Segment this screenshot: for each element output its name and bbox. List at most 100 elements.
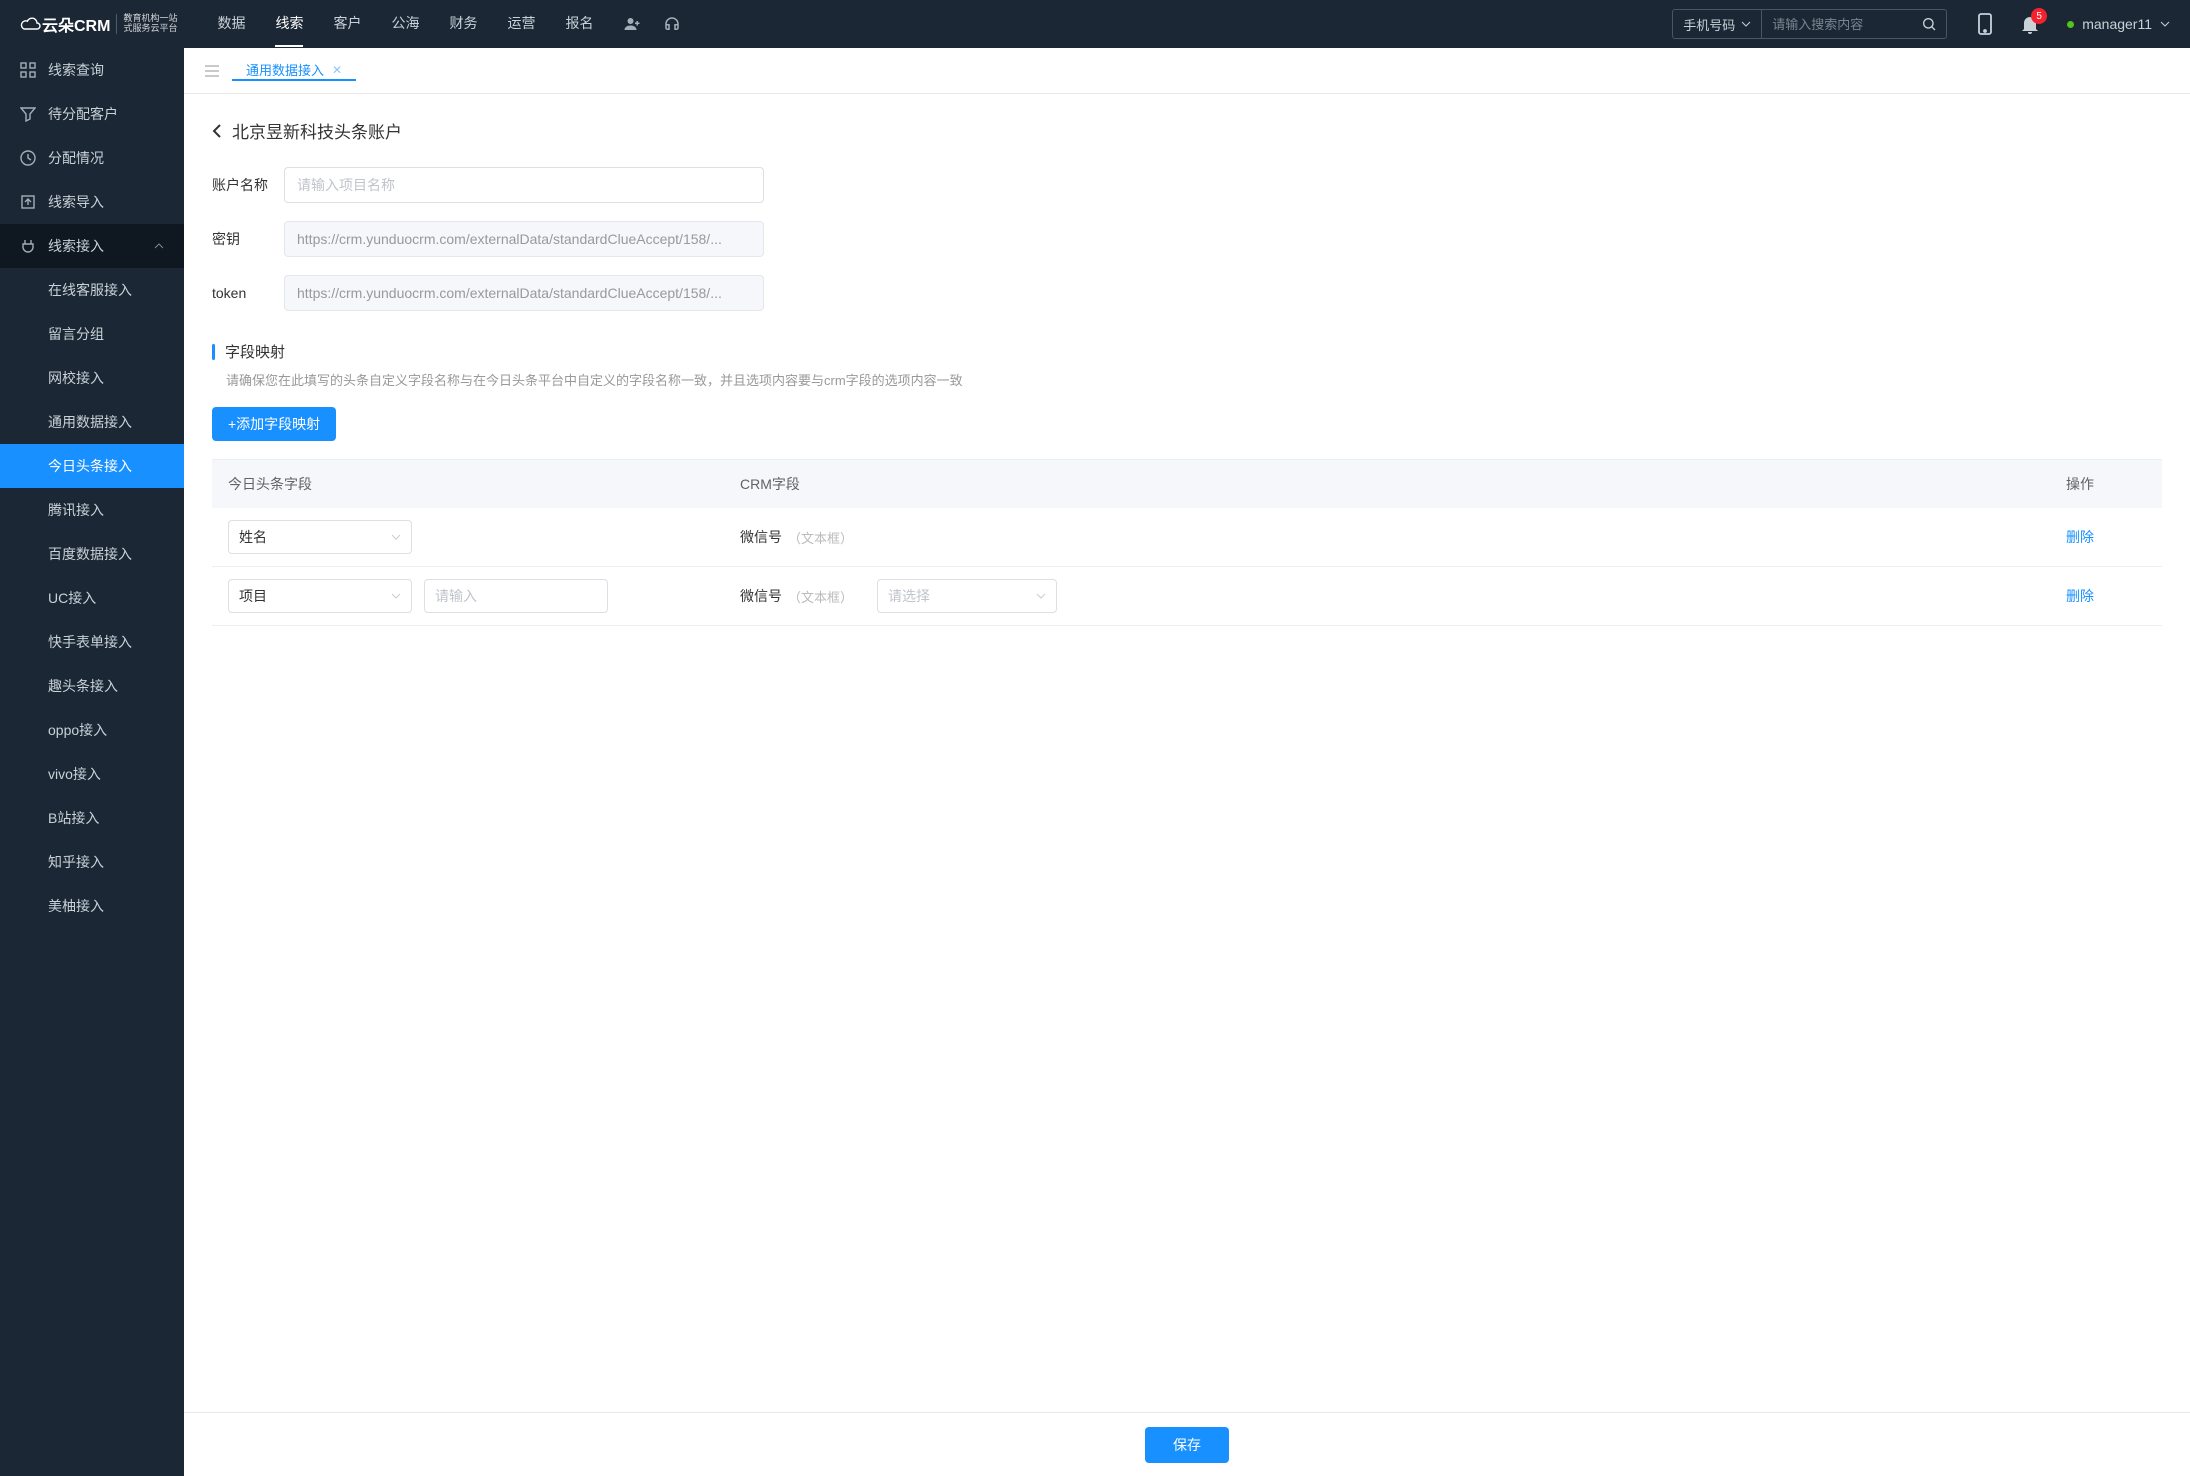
tab-bar: 通用数据接入 ✕ [184, 48, 2190, 94]
nav-item[interactable]: 报名 [565, 1, 593, 47]
phone-icon[interactable] [1977, 13, 1993, 35]
chevron-down-icon [391, 593, 401, 599]
toutiao-field-select[interactable]: 姓名 [228, 520, 412, 554]
sidebar-sub-item[interactable]: 美柚接入 [0, 884, 184, 928]
toutiao-field-select[interactable]: 项目 [228, 579, 412, 613]
sidebar-sub-item[interactable]: B站接入 [0, 796, 184, 840]
sidebar-sub-item[interactable]: UC接入 [0, 576, 184, 620]
sidebar-item[interactable]: 线索导入 [0, 180, 184, 224]
header-tool-icons [623, 15, 681, 33]
search-button[interactable] [1912, 10, 1946, 38]
save-button[interactable]: 保存 [1145, 1427, 1229, 1463]
mapping-section-head: 字段映射 [212, 341, 2162, 362]
mapping-section-title: 字段映射 [225, 341, 285, 362]
footer-bar: 保存 [184, 1412, 2190, 1476]
user-add-icon[interactable] [623, 15, 641, 33]
nav-item[interactable]: 数据 [217, 1, 245, 47]
crm-field-name: 微信号 [740, 527, 782, 547]
back-button[interactable] [212, 123, 222, 139]
user-name: manager11 [2082, 16, 2152, 32]
delete-row-link[interactable]: 删除 [2066, 529, 2094, 545]
main-area: 通用数据接入✕ 北京昱新科技头条账户 账户名称 密钥 [184, 48, 2190, 1476]
chevron-down-icon [1741, 21, 1751, 27]
mapping-section-desc: 请确保您在此填写的头条自定义字段名称与在今日头条平台中自定义的字段名称一致，并且… [226, 370, 2162, 389]
th-toutiao-field: 今日头条字段 [228, 474, 728, 494]
section-accent-bar [212, 344, 215, 360]
account-name-input[interactable] [284, 167, 764, 203]
nav-item[interactable]: 公海 [391, 1, 419, 47]
table-header-row: 今日头条字段 CRM字段 操作 [212, 460, 2162, 508]
table-row: 项目 微信号 （文本框） 请选择 删除 [212, 567, 2162, 626]
chevron-down-icon [391, 534, 401, 540]
chevron-down-icon [2160, 21, 2170, 27]
sidebar-sub-item[interactable]: 通用数据接入 [0, 400, 184, 444]
brand-logo: 云朵CRM 教育机构一站 式服务云平台 [20, 12, 177, 36]
sidebar-sub-item[interactable]: 腾讯接入 [0, 488, 184, 532]
sidebar-sub-item[interactable]: 今日头条接入 [0, 444, 184, 488]
delete-row-link[interactable]: 删除 [2066, 588, 2094, 604]
chevron-down-icon [1036, 593, 1046, 599]
sidebar-item[interactable]: 线索接入 [0, 224, 184, 268]
close-icon[interactable]: ✕ [332, 63, 342, 77]
export-icon [20, 194, 36, 210]
tab-label: 通用数据接入 [246, 60, 324, 79]
token-row: token [212, 275, 2162, 311]
secret-input[interactable] [284, 221, 764, 257]
top-nav: 数据线索客户公海财务运营报名 [217, 1, 593, 47]
account-name-label: 账户名称 [212, 175, 284, 195]
plug-icon [20, 238, 36, 254]
sidebar-sub-item[interactable]: 快手表单接入 [0, 620, 184, 664]
brand-name: 云朵CRM [42, 12, 110, 36]
sidebar-item-label: 分配情况 [48, 148, 104, 168]
nav-item[interactable]: 线索 [275, 1, 303, 47]
token-label: token [212, 285, 284, 301]
crm-field-type: （文本框） [788, 528, 853, 547]
search-type-select[interactable]: 手机号码 [1673, 10, 1762, 38]
sidebar-sub-item[interactable]: 趣头条接入 [0, 664, 184, 708]
th-crm-field: CRM字段 [728, 474, 2066, 494]
toutiao-field-text-input[interactable] [424, 579, 608, 613]
notifications-button[interactable]: 5 [2021, 14, 2039, 34]
sidebar-item-label: 待分配客户 [48, 104, 118, 124]
sidebar-item-label: 线索接入 [48, 236, 104, 256]
add-field-mapping-button[interactable]: +添加字段映射 [212, 407, 336, 441]
sidebar-item[interactable]: 待分配客户 [0, 92, 184, 136]
token-input[interactable] [284, 275, 764, 311]
sidebar-sub-item[interactable]: 百度数据接入 [0, 532, 184, 576]
sidebar-collapse-button[interactable] [192, 64, 232, 78]
nav-item[interactable]: 运营 [507, 1, 535, 47]
sidebar-sub-item[interactable]: vivo接入 [0, 752, 184, 796]
sidebar-sub-item[interactable]: 在线客服接入 [0, 268, 184, 312]
account-name-row: 账户名称 [212, 167, 2162, 203]
sidebar-item[interactable]: 线索查询 [0, 48, 184, 92]
crm-field-display: 微信号 （文本框） 请选择 [740, 579, 2066, 613]
mapping-table: 今日头条字段 CRM字段 操作 姓名微信号（文本框）删除项目微信号（文本框）请选… [212, 459, 2162, 626]
nav-item[interactable]: 财务 [449, 1, 477, 47]
sidebar-sub-item[interactable]: 留言分组 [0, 312, 184, 356]
top-header: 云朵CRM 教育机构一站 式服务云平台 数据线索客户公海财务运营报名 手机号码 [0, 0, 2190, 48]
crm-field-name: 微信号 [740, 586, 782, 606]
nav-item[interactable]: 客户 [333, 1, 361, 47]
global-search: 手机号码 [1672, 9, 1947, 39]
brand-subtitle: 教育机构一站 式服务云平台 [116, 14, 177, 34]
sidebar-sub-item[interactable]: 网校接入 [0, 356, 184, 400]
sidebar-item[interactable]: 分配情况 [0, 136, 184, 180]
crm-field-display: 微信号 （文本框） [740, 527, 2066, 547]
select-placeholder: 请选择 [888, 586, 930, 606]
sidebar-sub-item[interactable]: 知乎接入 [0, 840, 184, 884]
notification-badge: 5 [2031, 8, 2047, 24]
header-right: 5 manager11 [1977, 13, 2170, 35]
select-value: 项目 [239, 586, 267, 606]
user-menu[interactable]: manager11 [2067, 16, 2170, 32]
sidebar-sub-item[interactable]: oppo接入 [0, 708, 184, 752]
sidebar: 线索查询待分配客户分配情况线索导入线索接入在线客服接入留言分组网校接入通用数据接… [0, 48, 184, 1476]
tab[interactable]: 通用数据接入 ✕ [232, 60, 356, 81]
chevron-up-icon [154, 243, 164, 249]
crm-field-type: （文本框） [788, 587, 853, 606]
clock-icon [20, 150, 36, 166]
page-content: 北京昱新科技头条账户 账户名称 密钥 token 字段映射 [184, 94, 2190, 1476]
status-dot-icon [2067, 21, 2074, 28]
search-input[interactable] [1762, 17, 1912, 32]
headset-icon[interactable] [663, 15, 681, 33]
crm-field-select[interactable]: 请选择 [877, 579, 1057, 613]
